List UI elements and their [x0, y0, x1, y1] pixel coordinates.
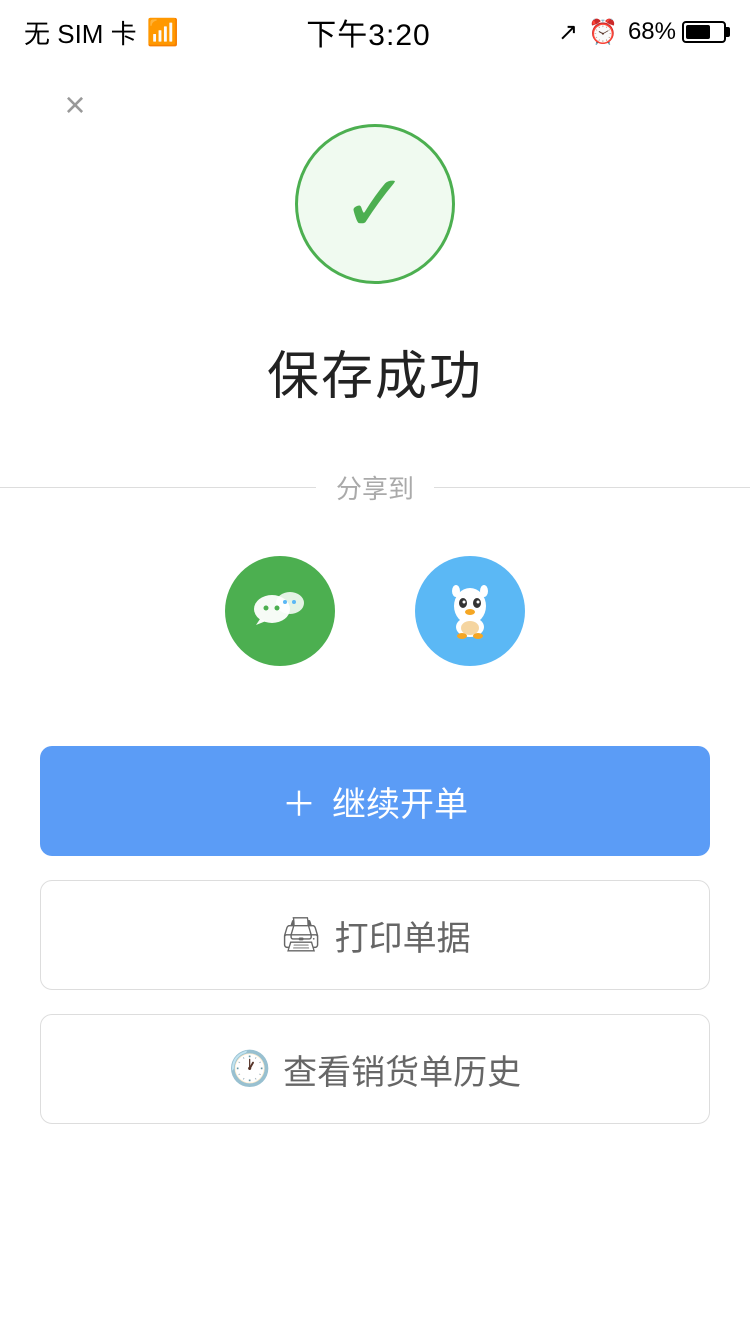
print-button[interactable]: 🖨 打印单据 [40, 880, 710, 990]
main-content: ✓ 保存成功 分享到 [0, 64, 750, 1148]
history-button[interactable]: 🕐 查看销货单历史 [40, 1014, 710, 1124]
battery-icon [682, 21, 726, 43]
location-icon: ↗ [558, 18, 578, 47]
wechat-share-button[interactable] [225, 556, 335, 666]
battery-fill [686, 25, 710, 39]
qq-icon [440, 581, 500, 641]
history-icon: 🕐 [229, 1049, 271, 1089]
continue-icon: ＋ [282, 777, 316, 826]
status-left: 无 SIM 卡 📶 [24, 14, 179, 51]
close-button[interactable]: × [50, 80, 100, 130]
divider-line-right [434, 487, 750, 488]
share-icons [0, 556, 750, 666]
sim-label: 无 SIM 卡 [24, 14, 137, 51]
close-icon: × [64, 87, 85, 123]
checkmark-icon: ✓ [341, 164, 408, 244]
printer-icon: 🖨 [279, 915, 322, 955]
status-right: ↗ ⏰ 68% [558, 18, 726, 47]
share-section: 分享到 [0, 469, 750, 666]
status-time: 下午3:20 [306, 10, 430, 54]
battery-percent: 68% [628, 18, 676, 46]
share-divider: 分享到 [0, 469, 750, 506]
share-label: 分享到 [316, 469, 434, 506]
success-title: 保存成功 [267, 334, 483, 409]
divider-line-left [0, 487, 316, 488]
continue-order-button[interactable]: ＋ 继续开单 [40, 746, 710, 856]
battery-container: 68% [628, 18, 726, 46]
success-circle: ✓ [295, 124, 455, 284]
print-label: 打印单据 [335, 911, 471, 960]
alarm-icon: ⏰ [588, 18, 618, 47]
action-buttons: ＋ 继续开单 🖨 打印单据 🕐 查看销货单历史 [40, 746, 710, 1148]
wifi-icon: 📶 [147, 17, 179, 48]
continue-label: 继续开单 [332, 777, 468, 826]
status-bar: 无 SIM 卡 📶 下午3:20 ↗ ⏰ 68% [0, 0, 750, 64]
history-label: 查看销货单历史 [283, 1045, 521, 1094]
qq-share-button[interactable] [415, 556, 525, 666]
wechat-icon [248, 579, 313, 644]
